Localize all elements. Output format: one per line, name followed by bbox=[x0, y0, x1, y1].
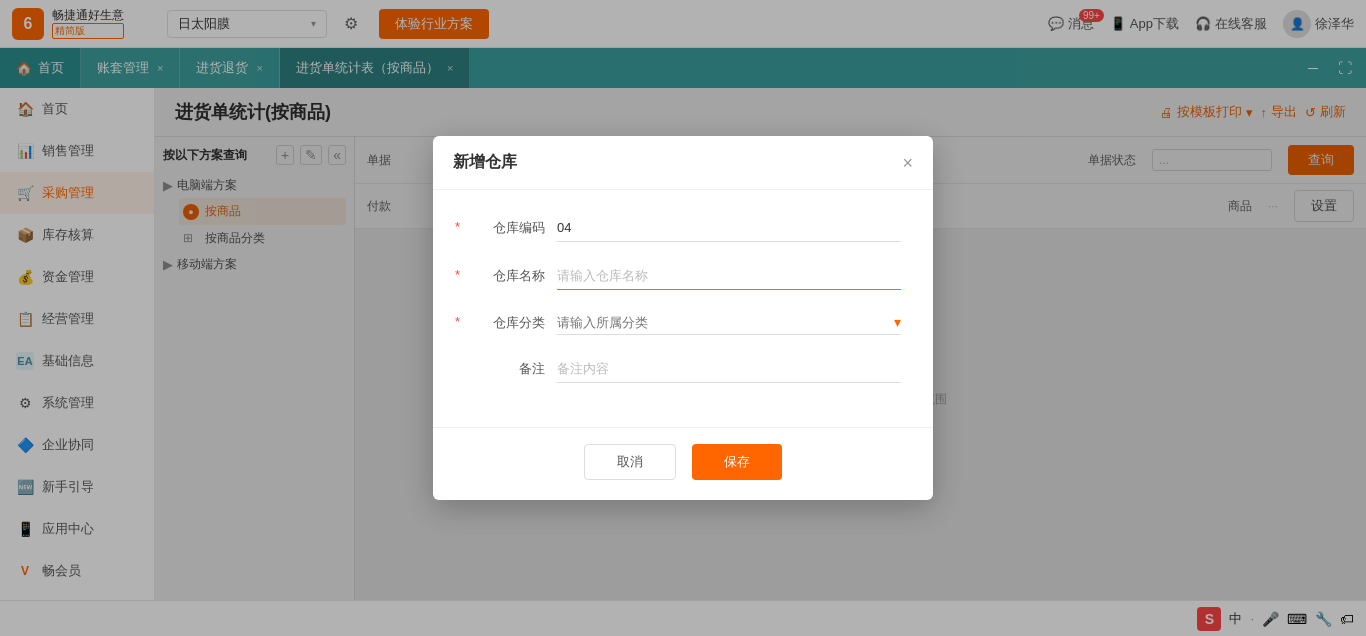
dialog-footer: 取消 保存 bbox=[433, 427, 933, 500]
form-row-name: 仓库名称 bbox=[465, 262, 901, 290]
category-label: 仓库分类 bbox=[465, 314, 545, 332]
save-button[interactable]: 保存 bbox=[692, 444, 782, 480]
category-input[interactable] bbox=[557, 315, 894, 330]
dialog-close-button[interactable]: × bbox=[902, 154, 913, 172]
name-label: 仓库名称 bbox=[465, 267, 545, 285]
dialog-header: 新增仓库 × bbox=[433, 136, 933, 190]
dialog-body: 仓库编码 仓库名称 仓库分类 ▾ 备注 bbox=[433, 190, 933, 427]
code-label: 仓库编码 bbox=[465, 219, 545, 237]
name-input[interactable] bbox=[557, 262, 901, 290]
remark-input[interactable] bbox=[557, 355, 901, 383]
dialog-title: 新增仓库 bbox=[453, 152, 517, 173]
category-select[interactable]: ▾ bbox=[557, 310, 901, 335]
code-input[interactable] bbox=[557, 214, 901, 242]
add-warehouse-dialog: 新增仓库 × 仓库编码 仓库名称 仓库分类 ▾ bbox=[433, 136, 933, 500]
form-row-remark: 备注 bbox=[465, 355, 901, 383]
cancel-button[interactable]: 取消 bbox=[584, 444, 676, 480]
remark-label: 备注 bbox=[465, 360, 545, 378]
form-row-category: 仓库分类 ▾ bbox=[465, 310, 901, 335]
modal-overlay: 新增仓库 × 仓库编码 仓库名称 仓库分类 ▾ bbox=[0, 0, 1366, 636]
category-dropdown-arrow: ▾ bbox=[894, 314, 901, 330]
form-row-code: 仓库编码 bbox=[465, 214, 901, 242]
